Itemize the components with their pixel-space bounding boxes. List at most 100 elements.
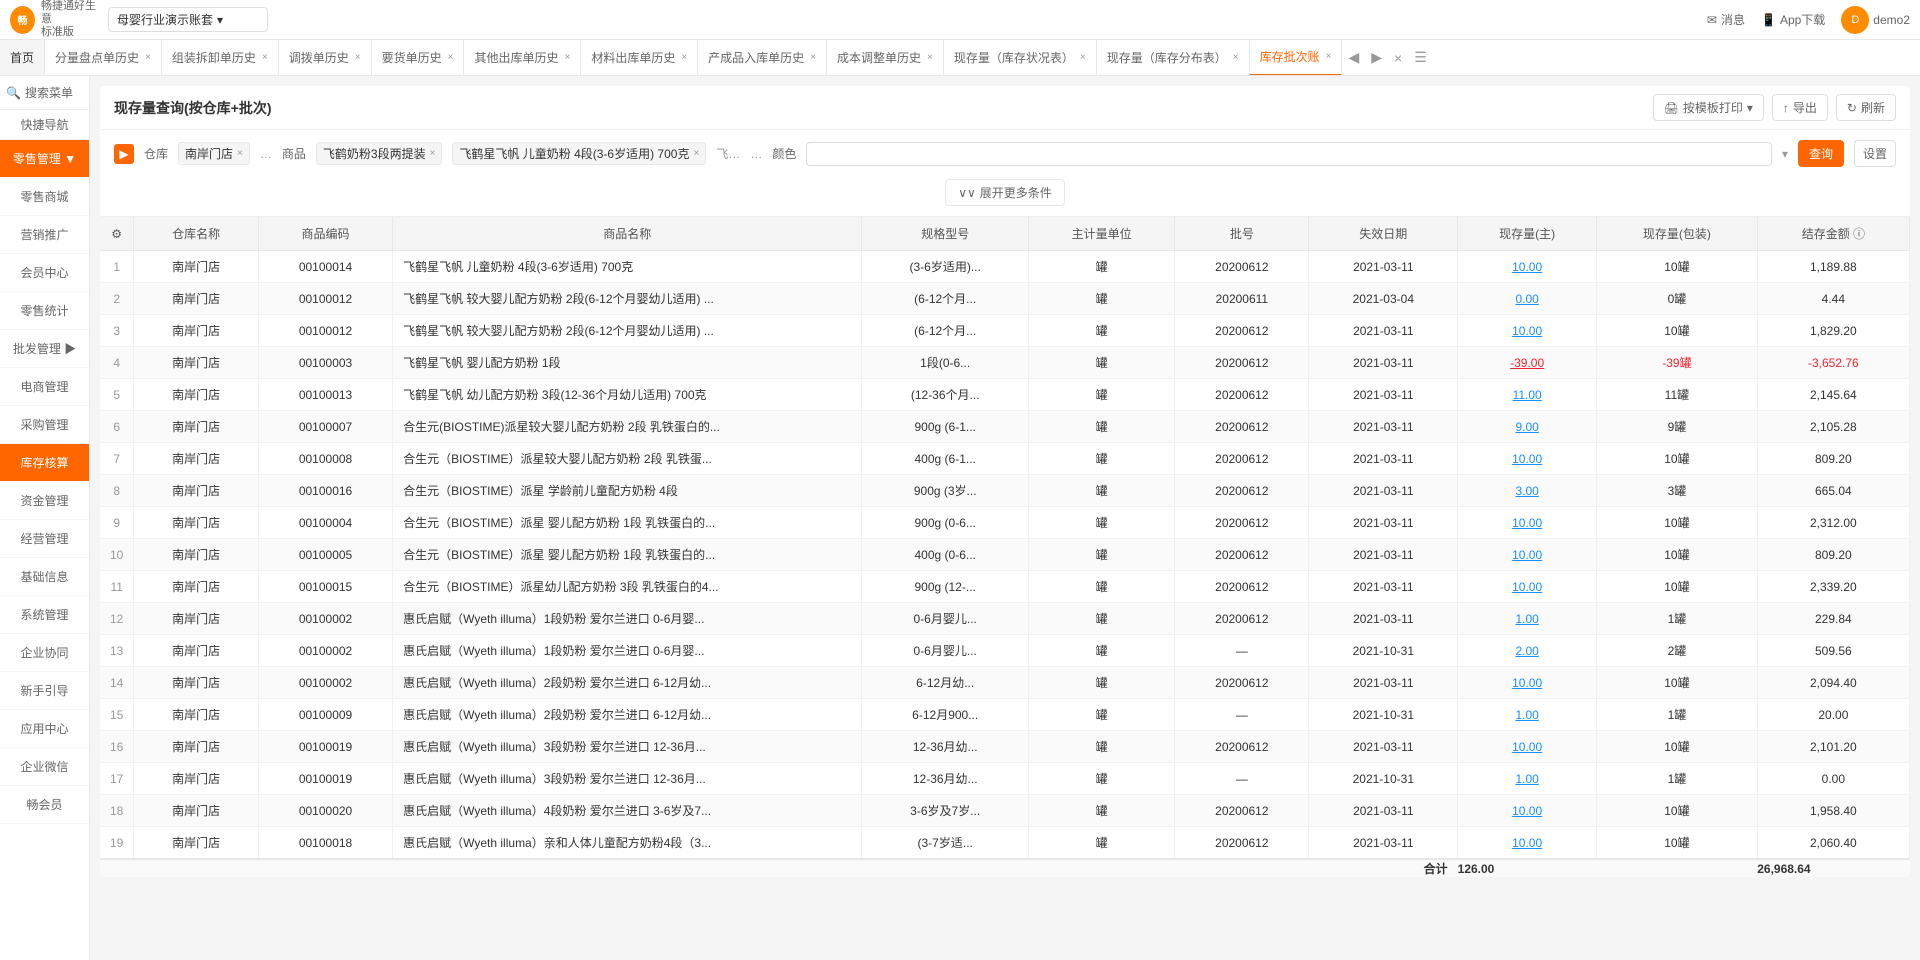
product-tag2-close[interactable]: × — [693, 148, 699, 159]
query-btn[interactable]: 查询 — [1798, 140, 1844, 167]
sidebar-item-retail-mgmt[interactable]: 零售管理 ▼ — [0, 140, 89, 178]
row-stock-main[interactable]: 10.00 — [1458, 667, 1597, 699]
row-amount: 809.20 — [1757, 539, 1909, 571]
app-download-btn[interactable]: 📱 App下载 — [1761, 11, 1825, 28]
tab-chanchengpin[interactable]: 产成品入库单历史 × — [698, 40, 827, 76]
tab-close-icon[interactable]: × — [1080, 52, 1086, 63]
tab-close-icon[interactable]: × — [927, 52, 933, 63]
row-stock-main[interactable]: 1.00 — [1458, 603, 1597, 635]
row-stock-main[interactable]: 10.00 — [1458, 731, 1597, 763]
row-expire: 2021-03-04 — [1309, 283, 1458, 315]
tab-menu-btn[interactable]: ☰ — [1408, 49, 1433, 66]
warehouse-tag-close[interactable]: × — [237, 148, 243, 159]
row-batch: 20200612 — [1175, 795, 1309, 827]
sidebar-item-ecommerce[interactable]: 电商管理 — [0, 368, 89, 406]
row-stock-main[interactable]: 10.00 — [1458, 539, 1597, 571]
setting-btn[interactable]: 设置 — [1854, 140, 1896, 167]
row-spec: (3-6岁适用)... — [862, 251, 1029, 283]
col-settings-header: ⚙ — [100, 217, 134, 251]
tab-diaobodanhistory[interactable]: 调拨单历史 × — [279, 40, 372, 76]
color-dropdown-icon[interactable]: ▾ — [1782, 147, 1788, 161]
row-stock-main[interactable]: 2.00 — [1458, 635, 1597, 667]
sidebar-quicknav[interactable]: 快捷导航 — [0, 110, 89, 140]
sidebar-item-finance[interactable]: 资金管理 — [0, 482, 89, 520]
tab-cailiaochu[interactable]: 材料出库单历史 × — [581, 40, 698, 76]
row-amount: 665.04 — [1757, 475, 1909, 507]
tab-xiancunliang1[interactable]: 现存量（库存状况表） × — [944, 40, 1097, 76]
row-name: 合生元（BIOSTIME）派星 学龄前儿童配方奶粉 4段 — [393, 475, 862, 507]
expand-more-btn[interactable]: ∨∨ 展开更多条件 — [945, 179, 1065, 206]
tab-close-icon[interactable]: × — [681, 52, 687, 63]
row-stock-main[interactable]: -39.00 — [1458, 347, 1597, 379]
sidebar-item-purchase[interactable]: 采购管理 — [0, 406, 89, 444]
row-stock-main[interactable]: 10.00 — [1458, 795, 1597, 827]
tab-prev-btn[interactable]: ◀ — [1342, 49, 1365, 66]
row-stock-pkg: 10罐 — [1597, 731, 1758, 763]
tab-kucunpici[interactable]: 库存批次账 × — [1250, 40, 1343, 76]
row-stock-main[interactable]: 3.00 — [1458, 475, 1597, 507]
tab-close-icon[interactable]: × — [810, 52, 816, 63]
sidebar-item-inventory[interactable]: 库存核算 — [0, 444, 89, 482]
product-more[interactable]: 飞… — [716, 145, 740, 162]
sidebar-item-enterprise[interactable]: 企业协同 — [0, 634, 89, 672]
sidebar-item-system[interactable]: 系统管理 — [0, 596, 89, 634]
account-selector[interactable]: 母婴行业演示账套 ▾ — [108, 7, 268, 32]
sidebar-item-member2[interactable]: 畅会员 — [0, 786, 89, 824]
tab-next-btn[interactable]: ▶ — [1365, 49, 1388, 66]
row-stock-main[interactable]: 10.00 — [1458, 571, 1597, 603]
row-stock-main[interactable]: 10.00 — [1458, 443, 1597, 475]
sidebar-item-guide[interactable]: 新手引导 — [0, 672, 89, 710]
tab-close-icon[interactable]: × — [1233, 52, 1239, 63]
row-warehouse: 南岸门店 — [134, 571, 259, 603]
row-stock-pkg: 10罐 — [1597, 443, 1758, 475]
row-code: 00100018 — [258, 827, 392, 860]
row-stock-main[interactable]: 1.00 — [1458, 699, 1597, 731]
tab-xiancunliang2[interactable]: 现存量（库存分布表） × — [1097, 40, 1250, 76]
row-code: 00100019 — [258, 731, 392, 763]
sidebar-item-wholesale[interactable]: 批发管理 ▶ — [0, 330, 89, 368]
product-more2[interactable]: … — [750, 147, 762, 161]
row-stock-main[interactable]: 0.00 — [1458, 283, 1597, 315]
sidebar-item-wechat[interactable]: 企业微信 — [0, 748, 89, 786]
tab-close-icon[interactable]: × — [355, 52, 361, 63]
tab-close-all-btn[interactable]: × — [1388, 50, 1408, 66]
tab-fenliangpandian[interactable]: 分量盘点单历史 × — [45, 40, 162, 76]
tab-close-icon[interactable]: × — [448, 52, 454, 63]
user-avatar-btn[interactable]: D demo2 — [1841, 6, 1910, 34]
sidebar-item-member[interactable]: 会员中心 — [0, 254, 89, 292]
message-btn[interactable]: ✉ 消息 — [1707, 11, 1745, 28]
tab-chenben[interactable]: 成本调整单历史 × — [827, 40, 944, 76]
tab-close-icon[interactable]: × — [564, 52, 570, 63]
tab-home[interactable]: 首页 — [0, 40, 45, 76]
row-stock-main[interactable]: 10.00 — [1458, 315, 1597, 347]
sidebar-item-retail-stats[interactable]: 零售统计 — [0, 292, 89, 330]
sidebar-item-basic[interactable]: 基础信息 — [0, 558, 89, 596]
tab-zuzhangchaijian[interactable]: 组装拆卸单历史 × — [162, 40, 279, 76]
row-amount: 1,189.88 — [1757, 251, 1909, 283]
sidebar-item-business[interactable]: 经营管理 — [0, 520, 89, 558]
tab-qitachuku[interactable]: 其他出库单历史 × — [464, 40, 581, 76]
sidebar-search[interactable]: 🔍 搜索菜单 — [0, 76, 89, 110]
row-expire: 2021-03-11 — [1309, 507, 1458, 539]
row-stock-main[interactable]: 10.00 — [1458, 827, 1597, 860]
product-tag1-close[interactable]: × — [430, 148, 436, 159]
tab-yaohuo[interactable]: 要货单历史 × — [372, 40, 465, 76]
tab-close-icon[interactable]: × — [145, 52, 151, 63]
expand-filter-btn[interactable]: ▶ — [114, 144, 134, 164]
tab-close-icon[interactable]: × — [262, 52, 268, 63]
row-stock-main[interactable]: 9.00 — [1458, 411, 1597, 443]
row-stock-main[interactable]: 11.00 — [1458, 379, 1597, 411]
sidebar-item-marketing[interactable]: 营销推广 — [0, 216, 89, 254]
color-input[interactable] — [806, 142, 1772, 166]
export-btn[interactable]: ↑ 导出 — [1772, 94, 1828, 121]
row-stock-main[interactable]: 1.00 — [1458, 763, 1597, 795]
refresh-btn[interactable]: ↻ 刷新 — [1836, 94, 1896, 121]
warehouse-more[interactable]: … — [260, 147, 272, 161]
sidebar-item-retail-mall[interactable]: 零售商城 — [0, 178, 89, 216]
row-spec: (3-7岁适... — [862, 827, 1029, 860]
print-btn[interactable]: 🖨 按模板打印 ▾ — [1653, 94, 1764, 121]
row-stock-main[interactable]: 10.00 — [1458, 507, 1597, 539]
row-stock-main[interactable]: 10.00 — [1458, 251, 1597, 283]
sidebar-item-apps[interactable]: 应用中心 — [0, 710, 89, 748]
tab-close-icon[interactable]: × — [1326, 51, 1332, 62]
